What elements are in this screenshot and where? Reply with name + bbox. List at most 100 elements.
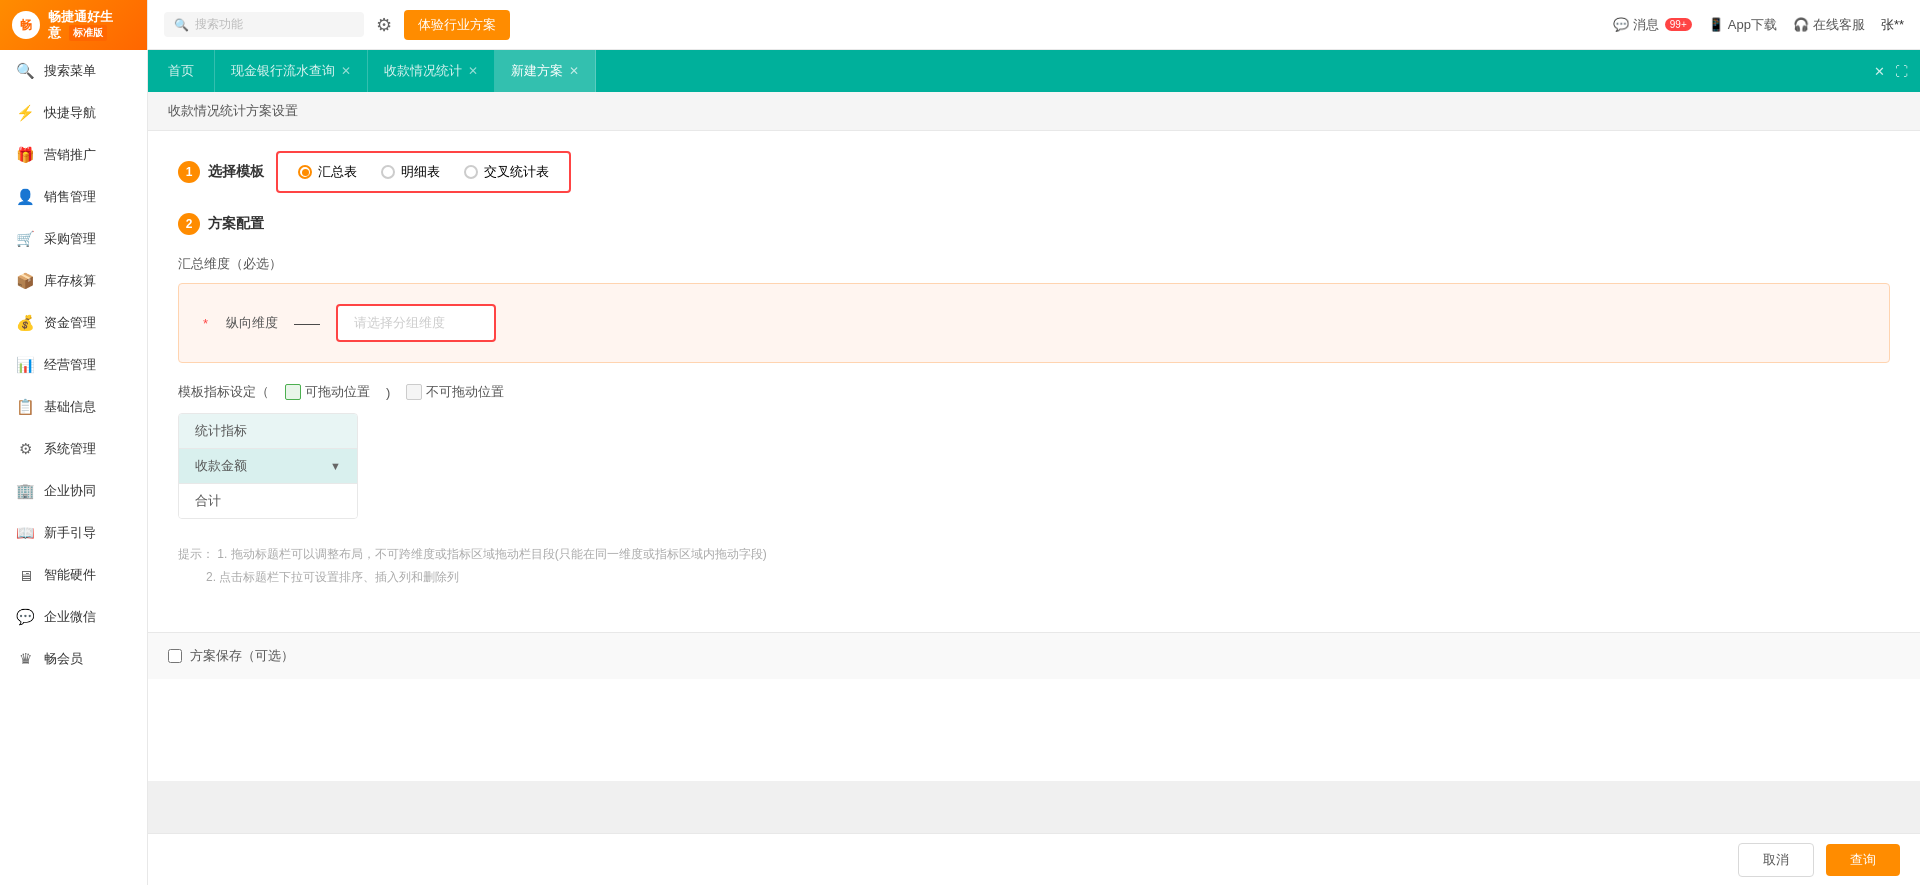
footer-bar: 取消 查询 bbox=[148, 833, 1920, 885]
unmovable-toggle bbox=[406, 384, 422, 400]
app-download-item[interactable]: 📱 App下载 bbox=[1708, 16, 1777, 34]
save-checkbox[interactable] bbox=[168, 649, 182, 663]
book-icon: 📖 bbox=[16, 524, 34, 542]
content-inner: 收款情况统计方案设置 1 选择模板 汇总表 bbox=[148, 92, 1920, 781]
sidebar-item-enterprise[interactable]: 🏢 企业协同 bbox=[0, 470, 147, 512]
step2-section: 2 方案配置 汇总维度（必选） * 纵向维度 —— 请选择分组维度 bbox=[178, 213, 1890, 612]
arrow-icon: —— bbox=[294, 316, 320, 331]
metrics-subheader-row: 收款金额 ▼ bbox=[179, 449, 357, 484]
monitor-icon: 🖥 bbox=[16, 566, 34, 584]
search-icon: 🔍 bbox=[16, 62, 34, 80]
top-header: 🔍 搜索功能 ⚙ 体验行业方案 💬 消息 99+ 📱 App下载 🎧 在线客服 … bbox=[148, 0, 1920, 50]
building-icon: 🏢 bbox=[16, 482, 34, 500]
sidebar-item-inventory[interactable]: 📦 库存核算 bbox=[0, 260, 147, 302]
dim-label: 纵向维度 bbox=[226, 314, 278, 332]
sidebar-item-guide[interactable]: 📖 新手引导 bbox=[0, 512, 147, 554]
template-options: 汇总表 明细表 交叉统计表 bbox=[276, 151, 571, 193]
metrics-config: 模板指标设定（ 可拖动位置 ) 不可拖动位置 bbox=[178, 383, 1890, 522]
sidebar-item-purchase[interactable]: 🛒 采购管理 bbox=[0, 218, 147, 260]
logo-icon: 畅 bbox=[12, 11, 40, 39]
dimension-area: * 纵向维度 —— 请选择分组维度 bbox=[178, 283, 1890, 363]
tab-close-collection-stats[interactable]: ✕ bbox=[468, 64, 478, 78]
save-label: 方案保存（可选） bbox=[190, 647, 294, 665]
box-icon: 📦 bbox=[16, 272, 34, 290]
person-icon: 👤 bbox=[16, 188, 34, 206]
sidebar-item-quick-nav[interactable]: ⚡ 快捷导航 bbox=[0, 92, 147, 134]
customer-service-item[interactable]: 🎧 在线客服 bbox=[1793, 16, 1865, 34]
maximize-icon[interactable]: ⛶ bbox=[1895, 64, 1908, 79]
movable-toggle bbox=[285, 384, 301, 400]
tab-controls: ✕ ⛶ bbox=[1862, 50, 1920, 92]
message-icon: 💬 bbox=[1613, 17, 1629, 32]
content-area: 收款情况统计方案设置 1 选择模板 汇总表 bbox=[148, 92, 1920, 833]
close-window-icon[interactable]: ✕ bbox=[1874, 64, 1885, 79]
cancel-button[interactable]: 取消 bbox=[1738, 843, 1814, 877]
tab-bar: 首页 现金银行流水查询 ✕ 收款情况统计 ✕ 新建方案 ✕ ✕ ⛶ bbox=[148, 50, 1920, 92]
header-right: 💬 消息 99+ 📱 App下载 🎧 在线客服 张** bbox=[1613, 16, 1904, 34]
step1-badge: 1 bbox=[178, 161, 200, 183]
username: 张** bbox=[1881, 16, 1904, 34]
radio-summary[interactable]: 汇总表 bbox=[298, 163, 357, 181]
industry-btn[interactable]: 体验行业方案 bbox=[404, 10, 510, 40]
tab-close-new-plan[interactable]: ✕ bbox=[569, 64, 579, 78]
sidebar-item-search-menu[interactable]: 🔍 搜索菜单 bbox=[0, 50, 147, 92]
radio-summary-dot bbox=[298, 165, 312, 179]
unmovable-indicator: 不可拖动位置 bbox=[406, 383, 504, 401]
sidebar-item-operations[interactable]: 📊 经营管理 bbox=[0, 344, 147, 386]
metrics-label-row: 模板指标设定（ 可拖动位置 ) 不可拖动位置 bbox=[178, 383, 1890, 401]
movable-indicator: 可拖动位置 bbox=[285, 383, 370, 401]
metrics-config-title: 模板指标设定（ bbox=[178, 383, 269, 401]
app-icon: 📱 bbox=[1708, 17, 1724, 32]
tips-section: 提示： 1. 拖动标题栏可以调整布局，不可跨维度或指标区域拖动栏目段(只能在同一… bbox=[178, 546, 1890, 612]
step1-row: 1 选择模板 汇总表 明细表 bbox=[178, 151, 1890, 193]
radio-detail[interactable]: 明细表 bbox=[381, 163, 440, 181]
tab-home[interactable]: 首页 bbox=[148, 50, 215, 92]
radio-cross-dot bbox=[464, 165, 478, 179]
flash-icon: ⚡ bbox=[16, 104, 34, 122]
search-icon: 🔍 bbox=[174, 18, 189, 32]
metrics-data-row: 合计 bbox=[179, 484, 357, 518]
main-area: 🔍 搜索功能 ⚙ 体验行业方案 💬 消息 99+ 📱 App下载 🎧 在线客服 … bbox=[148, 0, 1920, 885]
tab-bank-flow[interactable]: 现金银行流水查询 ✕ bbox=[215, 50, 368, 92]
cart-icon: 🛒 bbox=[16, 230, 34, 248]
header-search[interactable]: 🔍 搜索功能 bbox=[164, 12, 364, 37]
step2-label: 方案配置 bbox=[208, 215, 264, 233]
sidebar-item-hardware[interactable]: 🖥 智能硬件 bbox=[0, 554, 147, 596]
step2-row: 2 方案配置 bbox=[178, 213, 1890, 235]
sidebar-item-finance[interactable]: 💰 资金管理 bbox=[0, 302, 147, 344]
crown-icon: ♛ bbox=[16, 650, 34, 668]
sidebar-item-member[interactable]: ♛ 畅会员 bbox=[0, 638, 147, 680]
tab-close-bank-flow[interactable]: ✕ bbox=[341, 64, 351, 78]
sidebar-item-sales[interactable]: 👤 销售管理 bbox=[0, 176, 147, 218]
metrics-table: 统计指标 收款金额 ▼ 合计 bbox=[178, 413, 358, 519]
gift-icon: 🎁 bbox=[16, 146, 34, 164]
chart-icon: 📊 bbox=[16, 356, 34, 374]
tab-collection-stats[interactable]: 收款情况统计 ✕ bbox=[368, 50, 495, 92]
sidebar: 畅 畅捷通好生 意 标准版 🔍 搜索菜单 ⚡ 快捷导航 🎁 营销推广 👤 销售管… bbox=[0, 0, 148, 885]
radio-cross[interactable]: 交叉统计表 bbox=[464, 163, 549, 181]
tip2-text: 2. 点击标题栏下拉可设置排序、插入列和删除列 bbox=[178, 569, 1890, 586]
tab-new-plan[interactable]: 新建方案 ✕ bbox=[495, 50, 596, 92]
money-icon: 💰 bbox=[16, 314, 34, 332]
step1-label: 选择模板 bbox=[208, 163, 264, 181]
query-button[interactable]: 查询 bbox=[1826, 844, 1900, 876]
page-title-bar: 收款情况统计方案设置 bbox=[148, 92, 1920, 131]
sidebar-item-system[interactable]: ⚙ 系统管理 bbox=[0, 428, 147, 470]
radio-detail-dot bbox=[381, 165, 395, 179]
summary-dim-title: 汇总维度（必选） bbox=[178, 255, 1890, 273]
step2-badge: 2 bbox=[178, 213, 200, 235]
service-icon: 🎧 bbox=[1793, 17, 1809, 32]
sidebar-item-marketing[interactable]: 🎁 营销推广 bbox=[0, 134, 147, 176]
page-title: 收款情况统计方案设置 bbox=[168, 103, 298, 118]
logo-text: 畅捷通好生 意 标准版 bbox=[48, 9, 113, 41]
tip1-text: 提示： 1. 拖动标题栏可以调整布局，不可跨维度或指标区域拖动栏目段(只能在同一… bbox=[178, 546, 1890, 563]
wechat-icon: 💬 bbox=[16, 608, 34, 626]
sidebar-logo: 畅 畅捷通好生 意 标准版 bbox=[0, 0, 147, 50]
dim-select-box[interactable]: 请选择分组维度 bbox=[336, 304, 496, 342]
chevron-down-icon[interactable]: ▼ bbox=[330, 460, 341, 472]
message-item[interactable]: 💬 消息 99+ bbox=[1613, 16, 1692, 34]
sidebar-item-wechat[interactable]: 💬 企业微信 bbox=[0, 596, 147, 638]
gear-icon: ⚙ bbox=[16, 440, 34, 458]
settings-icon[interactable]: ⚙ bbox=[376, 14, 392, 36]
sidebar-item-basic-info[interactable]: 📋 基础信息 bbox=[0, 386, 147, 428]
